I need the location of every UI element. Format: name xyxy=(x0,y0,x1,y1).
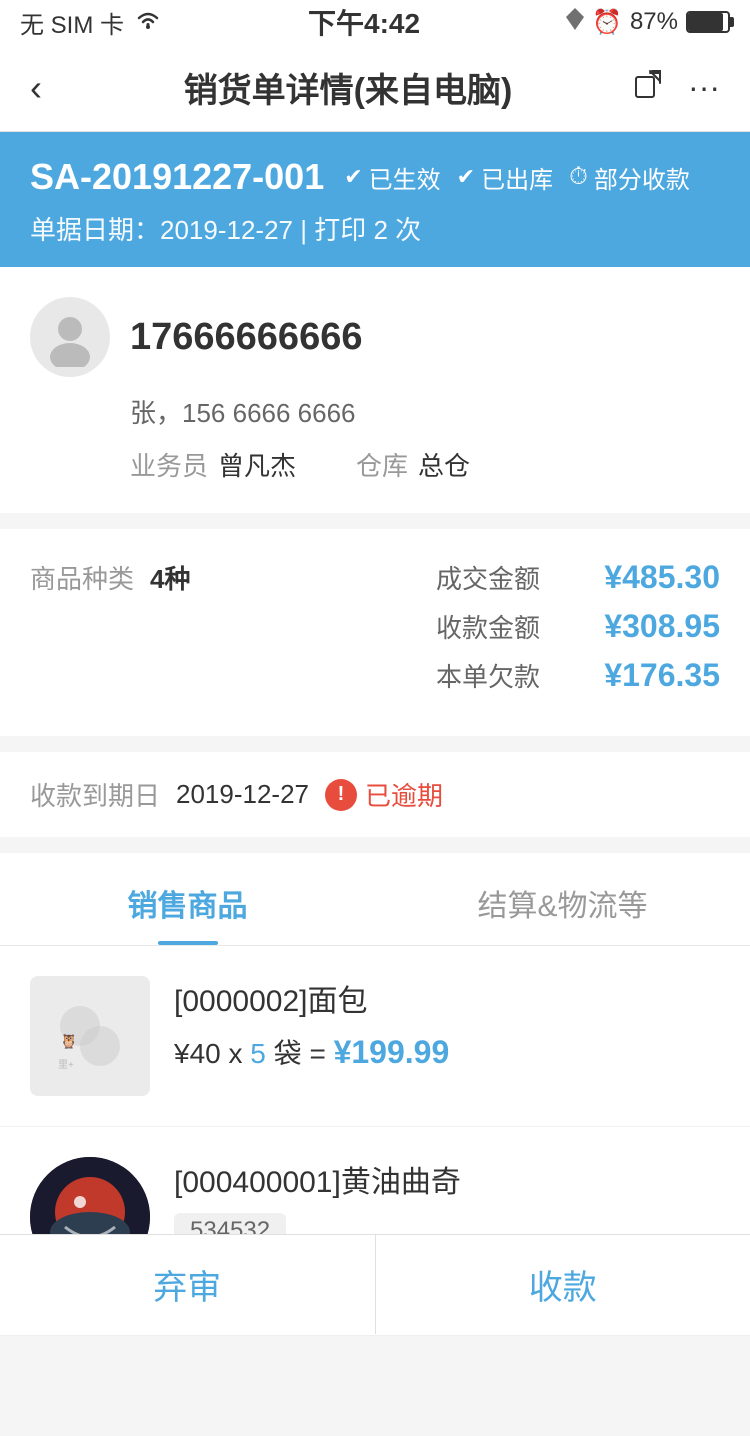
tabs-section: 销售商品 结算&物流等 xyxy=(0,853,750,946)
clock-icon: ⏱ xyxy=(569,163,588,191)
multiply-1: x xyxy=(229,1038,251,1069)
amount-label: 成交金额 xyxy=(436,559,540,596)
customer-meta: 业务员 曾凡杰 仓库 总仓 xyxy=(30,446,720,483)
status-bar: 无 SIM 卡 下午4:42 ⏰ 87% xyxy=(0,0,750,44)
battery-icon xyxy=(686,11,730,33)
avatar xyxy=(30,297,110,377)
product-name-2: [000400001]黄油曲奇 xyxy=(174,1157,720,1201)
tab-settlement[interactable]: 结算&物流等 xyxy=(375,853,750,945)
equals-1: = xyxy=(309,1038,333,1069)
qty-1: 5 xyxy=(250,1038,266,1069)
stats-section: 商品种类 4种 成交金额 ¥485.30 收款金额 ¥308.95 本单欠款 ¥… xyxy=(0,529,750,736)
order-date: 单据日期：2019-12-27 xyxy=(30,215,293,245)
customer-section: 17666666666 张，156 6666 6666 业务员 曾凡杰 仓库 总… xyxy=(0,267,750,513)
product-kind-label: 商品种类 xyxy=(30,559,134,596)
divider: | xyxy=(300,215,314,245)
status-shipped-label: 已出库 xyxy=(481,160,553,195)
due-section: 收款到期日 2019-12-27 ! 已逾期 xyxy=(0,752,750,837)
product-price-1: ¥40 x 5 袋 = ¥199.99 xyxy=(174,1032,720,1072)
due-date: 2019-12-27 xyxy=(176,779,309,810)
status-effective-label: 已生效 xyxy=(369,160,441,195)
status-left: 无 SIM 卡 xyxy=(20,5,162,40)
check-icon-2: ✔ xyxy=(457,164,475,190)
amount-row: 成交金额 ¥485.30 xyxy=(436,559,720,596)
order-id: SA-20191227-001 xyxy=(30,156,324,198)
bottom-bar: 弃审 收款 xyxy=(0,1234,750,1334)
warehouse-label: 仓库 xyxy=(356,446,408,483)
warehouse-meta: 仓库 总仓 xyxy=(356,446,470,483)
back-button[interactable]: ‹ xyxy=(30,67,62,109)
sales-label: 业务员 xyxy=(130,446,208,483)
owed-label: 本单欠款 xyxy=(436,657,540,694)
header-banner: SA-20191227-001 ✔ 已生效 ✔ 已出库 ⏱ 部分收款 单据日期：… xyxy=(0,132,750,267)
total-1: ¥199.99 xyxy=(334,1034,450,1070)
share-button[interactable] xyxy=(634,69,664,107)
owed-row: 本单欠款 ¥176.35 xyxy=(436,657,720,694)
nav-bar: ‹ 销货单详情(来自电脑) ··· xyxy=(0,44,750,132)
carrier-label: 无 SIM 卡 xyxy=(20,5,124,40)
confirm-button[interactable]: 收款 xyxy=(376,1235,750,1334)
status-tags: ✔ 已生效 ✔ 已出库 ⏱ 部分收款 xyxy=(344,160,690,195)
sales-value: 曾凡杰 xyxy=(218,446,296,483)
product-info-1: [0000002]面包 ¥40 x 5 袋 = ¥199.99 xyxy=(174,976,720,1072)
warehouse-value: 总仓 xyxy=(418,446,470,483)
status-shipped: ✔ 已出库 xyxy=(457,160,553,195)
product-image-1: 🦉 里+ xyxy=(30,976,150,1096)
header-date-line: 单据日期：2019-12-27 | 打印 2 次 xyxy=(30,210,720,247)
overdue-badge: ! 已逾期 xyxy=(325,776,443,813)
wifi-icon xyxy=(134,8,162,37)
product-name-1: [0000002]面包 xyxy=(174,976,720,1020)
tabs-header: 销售商品 结算&物流等 xyxy=(0,853,750,946)
more-button[interactable]: ··· xyxy=(688,69,720,106)
unit-1: 袋 xyxy=(274,1038,302,1069)
battery-percent: 87% xyxy=(630,8,678,36)
status-effective: ✔ 已生效 xyxy=(344,160,440,195)
received-row: 收款金额 ¥308.95 xyxy=(436,608,720,645)
nav-actions: ··· xyxy=(634,69,720,107)
sales-meta: 业务员 曾凡杰 xyxy=(130,446,296,483)
page-title: 销货单详情(来自电脑) xyxy=(62,63,634,112)
location-icon xyxy=(566,8,584,37)
cancel-button[interactable]: 弃审 xyxy=(0,1235,376,1334)
alarm-icon: ⏰ xyxy=(592,8,622,37)
status-right: ⏰ 87% xyxy=(566,8,730,37)
product-item-1: 🦉 里+ [0000002]面包 ¥40 x 5 袋 = ¥199.99 xyxy=(0,946,750,1127)
customer-contact: 张，156 6666 6666 xyxy=(30,393,720,430)
price-1: ¥40 xyxy=(174,1038,221,1069)
status-partial-label: 部分收款 xyxy=(594,160,690,195)
customer-top: 17666666666 xyxy=(30,297,720,377)
due-label: 收款到期日 xyxy=(30,776,160,813)
amount-value: ¥485.30 xyxy=(560,559,720,596)
customer-id: 17666666666 xyxy=(130,316,362,359)
stats-left: 商品种类 4种 xyxy=(30,559,190,600)
received-value: ¥308.95 xyxy=(560,608,720,645)
owed-value: ¥176.35 xyxy=(560,657,720,694)
status-partial: ⏱ 部分收款 xyxy=(569,160,690,195)
svg-text:里+: 里+ xyxy=(58,1059,74,1071)
tab-sales-products[interactable]: 销售商品 xyxy=(0,853,375,945)
overdue-text: 已逾期 xyxy=(365,776,443,813)
overdue-icon: ! xyxy=(325,779,357,811)
status-time: 下午4:42 xyxy=(308,2,420,42)
stats-right: 成交金额 ¥485.30 收款金额 ¥308.95 本单欠款 ¥176.35 xyxy=(436,559,720,706)
product-kind-row: 商品种类 4种 xyxy=(30,559,190,596)
received-label: 收款金额 xyxy=(436,608,540,645)
print-count: 打印 2 次 xyxy=(314,215,421,245)
product-kind-value: 4种 xyxy=(150,559,190,596)
svg-text:🦉: 🦉 xyxy=(60,1033,77,1050)
check-icon-1: ✔ xyxy=(344,164,362,190)
